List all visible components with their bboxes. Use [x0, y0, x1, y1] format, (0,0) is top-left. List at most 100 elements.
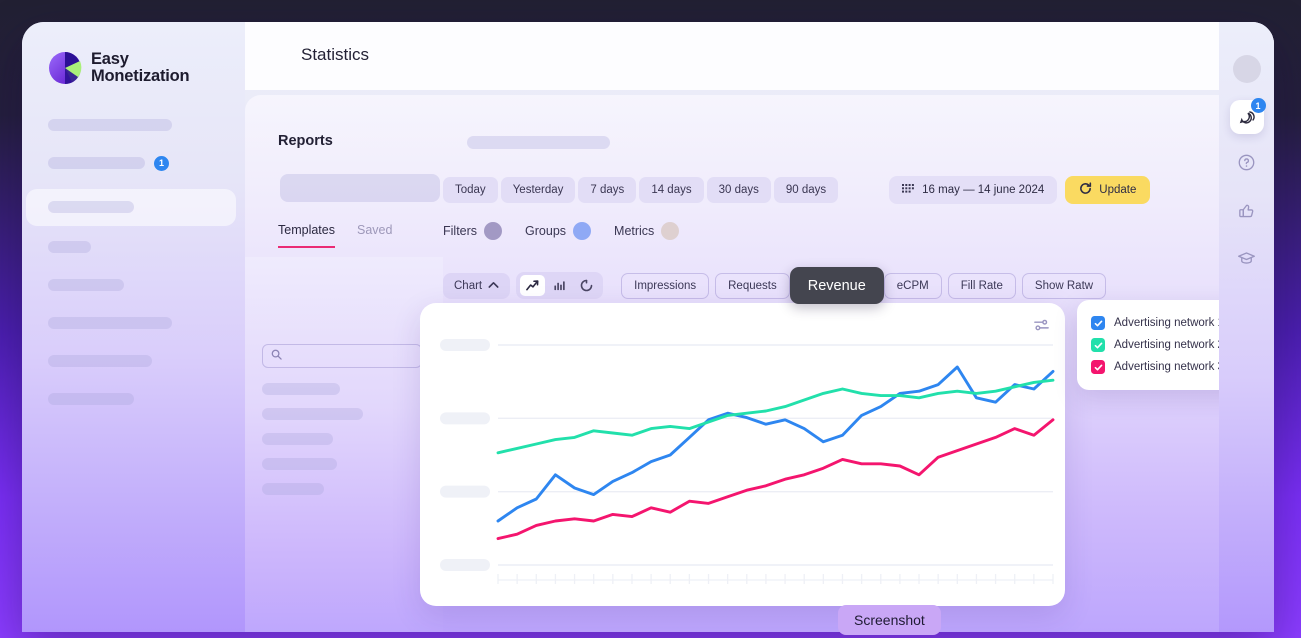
learn-button[interactable]	[1230, 244, 1264, 278]
checkbox-icon[interactable]	[1091, 316, 1105, 330]
screenshot-tooltip[interactable]: Screenshot	[838, 605, 941, 635]
filter-dot-icon	[573, 222, 592, 240]
metric-button-fill-rate[interactable]: Fill Rate	[947, 272, 1016, 299]
date-range-picker[interactable]: 16 may — 14 june 2024	[889, 176, 1058, 204]
nav-skeleton-2	[48, 157, 145, 170]
sidebar-nav: 1	[22, 113, 245, 412]
search-input[interactable]	[262, 344, 422, 368]
range-chip-90-days[interactable]: 90 days	[773, 177, 839, 203]
right-rail: 1	[1219, 22, 1274, 632]
thumbs-up-icon	[1237, 201, 1256, 225]
chat-button[interactable]: 1	[1229, 98, 1266, 134]
templates-panel	[245, 257, 443, 632]
chart-view-switch	[516, 272, 604, 299]
nav-skeleton-7	[48, 355, 152, 368]
nav-skeleton-4	[48, 241, 91, 254]
legend-label: Advertising network 3	[1114, 361, 1224, 373]
chart-dropdown-label: Chart	[454, 279, 483, 292]
main-panel: Reports Today Yesterday 7 days 14 days 30 da…	[245, 95, 1274, 632]
chevron-up-icon	[488, 280, 499, 292]
filter-dot-icon	[661, 222, 680, 240]
legend-label: Advertising network 2	[1114, 339, 1224, 351]
reports-title: Reports	[278, 133, 333, 149]
tab-templates[interactable]: Templates	[278, 223, 335, 248]
range-chip-30-days[interactable]: 30 days	[706, 177, 771, 203]
sidebar-item-4[interactable]	[48, 235, 245, 260]
range-chip-today[interactable]: Today	[443, 177, 498, 203]
nav-skeleton-6	[48, 317, 172, 330]
donut-chart-icon[interactable]	[574, 275, 599, 296]
sliders-icon[interactable]	[1033, 317, 1050, 339]
help-button[interactable]	[1230, 148, 1264, 182]
sidebar-item-7[interactable]	[48, 349, 245, 374]
filter-group-metrics[interactable]: Metrics	[614, 222, 680, 240]
sidebar-item-6[interactable]	[48, 311, 245, 336]
chart-card	[420, 303, 1065, 606]
sidebar-item-5[interactable]	[48, 273, 245, 298]
range-chip-yesterday[interactable]: Yesterday	[500, 177, 576, 203]
range-chip-7-days[interactable]: 7 days	[578, 177, 637, 203]
legend-label: Advertising network 1	[1114, 317, 1224, 329]
tab-saved[interactable]: Saved	[357, 223, 392, 248]
update-button[interactable]: Update	[1065, 176, 1151, 204]
left-sidebar: Easy Monetization 1	[22, 22, 245, 632]
avatar[interactable]	[1230, 52, 1264, 86]
app-window: Easy Monetization 1 Statistics Reports T…	[22, 22, 1274, 632]
sidebar-badge: 1	[154, 155, 169, 171]
left-field-skeleton	[280, 174, 440, 202]
metric-button-revenue[interactable]: Revenue	[789, 267, 884, 304]
template-item-skeleton[interactable]	[262, 458, 337, 470]
avatar-icon	[1232, 55, 1261, 83]
sidebar-item-8[interactable]	[48, 387, 245, 412]
checkbox-icon[interactable]	[1091, 338, 1105, 352]
update-label: Update	[1099, 184, 1137, 196]
calendar-icon	[902, 183, 915, 198]
nav-skeleton-8	[48, 393, 134, 406]
template-item-skeleton[interactable]	[262, 383, 340, 395]
filter-label: Metrics	[614, 224, 655, 238]
chart-toolbar: Chart Impressions Requests Revenue eCPM …	[443, 267, 1107, 304]
refresh-icon	[1079, 182, 1092, 198]
page-title: Statistics	[301, 45, 370, 64]
filter-dot-icon	[484, 222, 503, 240]
pie-logo-icon	[48, 51, 82, 85]
checkbox-icon[interactable]	[1091, 360, 1105, 374]
brand-line-1: Easy	[91, 50, 129, 68]
metric-button-ecpm[interactable]: eCPM	[883, 272, 942, 299]
metric-button-impressions[interactable]: Impressions	[621, 272, 710, 299]
brand-logo[interactable]: Easy Monetization	[22, 22, 245, 86]
brand-name: Easy Monetization	[91, 50, 190, 86]
line-chart-plot	[440, 339, 1055, 584]
range-chip-14-days[interactable]: 14 days	[639, 177, 704, 203]
graduation-cap-icon	[1237, 249, 1256, 273]
filter-group-filters[interactable]: Filters	[443, 222, 503, 240]
reports-tabs: Templates Saved	[278, 223, 392, 248]
brand-line-2: Monetization	[91, 67, 190, 86]
trending-line-icon[interactable]	[520, 275, 546, 296]
question-circle-icon	[1237, 153, 1256, 177]
screenshot-label: Screenshot	[854, 612, 925, 628]
filter-label: Groups	[525, 224, 567, 238]
nav-skeleton-1	[48, 119, 172, 132]
filter-label: Filters	[443, 224, 478, 238]
filter-group-groups[interactable]: Groups	[525, 222, 592, 240]
nav-skeleton-5	[48, 279, 124, 292]
chat-badge: 1	[1250, 98, 1266, 113]
nav-skeleton-3	[48, 201, 134, 214]
bar-chart-icon[interactable]	[547, 275, 572, 296]
date-range-toolbar: Today Yesterday 7 days 14 days 30 days 90 day…	[443, 172, 1274, 208]
feedback-button[interactable]	[1230, 196, 1264, 230]
template-item-skeleton[interactable]	[262, 408, 363, 420]
template-item-skeleton[interactable]	[262, 433, 333, 445]
chart-type-dropdown[interactable]: Chart	[443, 272, 511, 299]
sidebar-item-2[interactable]: 1	[48, 151, 245, 176]
metric-button-requests[interactable]: Requests	[715, 272, 790, 299]
metric-button-show-ratw[interactable]: Show Ratw	[1021, 272, 1107, 299]
sidebar-item-1[interactable]	[48, 113, 245, 138]
sidebar-item-3[interactable]	[26, 188, 236, 226]
header-skeleton-pill	[467, 136, 610, 149]
search-icon	[271, 347, 282, 365]
template-item-skeleton[interactable]	[262, 483, 324, 495]
date-range-label: 16 may — 14 june 2024	[922, 184, 1045, 196]
filters-toolbar: Filters Groups Metrics	[443, 222, 695, 240]
